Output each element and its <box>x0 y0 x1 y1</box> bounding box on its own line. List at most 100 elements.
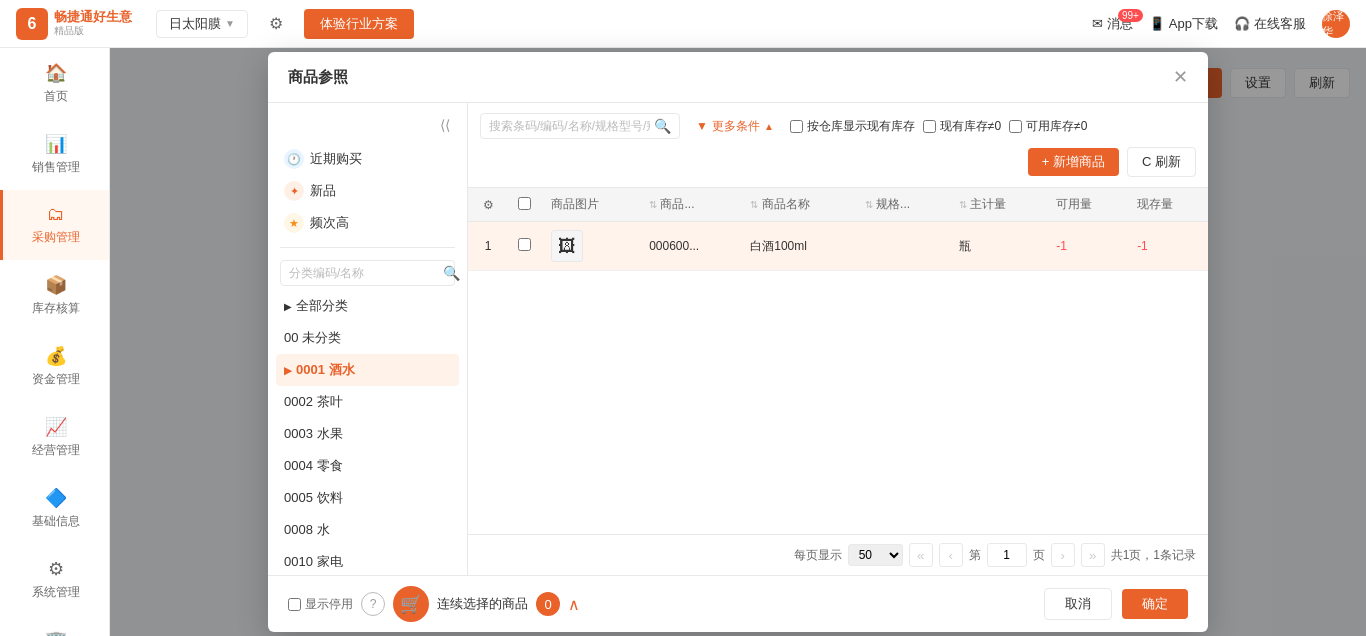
th-available: 可用量 <box>1046 188 1127 222</box>
gear-button[interactable]: ⚙ <box>260 8 292 40</box>
topbar: 6 畅捷通好生意 精品版 日太阳膜 ▼ ⚙ 体验行业方案 ✉ 消息 99+ 📱 … <box>0 0 1366 48</box>
usable-checkbox-text: 可用库存≠0 <box>1026 118 1087 135</box>
sidebar-item-system[interactable]: ⚙ 系统管理 <box>0 544 109 615</box>
row-checkbox[interactable] <box>518 238 531 251</box>
operations-icon: 📈 <box>45 416 67 438</box>
per-page-select[interactable]: 50 100 200 <box>848 544 903 566</box>
page-prefix: 第 <box>969 547 981 564</box>
nav-selector[interactable]: 日太阳膜 ▼ <box>156 10 248 38</box>
quick-item-recent[interactable]: 🕐 近期购买 <box>276 143 459 175</box>
sidebar-item-label: 采购管理 <box>32 229 80 246</box>
first-page-button[interactable]: « <box>909 543 933 567</box>
row-image: 🖼 <box>541 222 639 271</box>
cat-drink[interactable]: 0005 饮料 <box>276 482 459 514</box>
product-reference-modal: 商品参照 ✕ ⟨⟨ 🕐 近期购买 <box>268 52 1208 632</box>
table-toolbar: 🔍 ▼ 更多条件 ▲ 按仓库显示现有库存 <box>468 103 1208 188</box>
usable-checkbox[interactable] <box>1009 120 1022 133</box>
refresh-button[interactable]: C 刷新 <box>1127 147 1196 177</box>
th-unit: ⇅ 主计量 <box>949 188 1046 222</box>
available-checkbox-text: 现有库存≠0 <box>940 118 1001 135</box>
cat-arrow-icon: ▶ <box>284 301 292 312</box>
enterprise-icon: 🏢 <box>45 629 67 636</box>
quick-item-new[interactable]: ✦ 新品 <box>276 175 459 207</box>
cat-all[interactable]: ▶ 全部分类 <box>276 290 459 322</box>
collapse-left-button[interactable]: ⟨⟨ <box>435 115 455 135</box>
cat-label: 0005 饮料 <box>284 489 343 507</box>
left-panel-header: ⟨⟨ <box>268 111 467 143</box>
confirm-button[interactable]: 确定 <box>1122 589 1188 619</box>
sidebar: 🏠 首页 📊 销售管理 🗂 采购管理 📦 库存核算 💰 资金管理 📈 经营管理 … <box>0 48 110 636</box>
add-product-button[interactable]: + 新增商品 <box>1028 148 1119 176</box>
cat-label: 0004 零食 <box>284 457 343 475</box>
table-row[interactable]: 1 🖼 000600... 白酒100ml 瓶 -1 <box>468 222 1208 271</box>
sales-icon: 📊 <box>45 133 67 155</box>
online-service-button[interactable]: 🎧 在线客服 <box>1234 15 1306 33</box>
system-icon: ⚙ <box>48 558 64 580</box>
last-page-button[interactable]: » <box>1081 543 1105 567</box>
app-download-button[interactable]: 📱 App下载 <box>1149 15 1218 33</box>
cat-water[interactable]: 0008 水 <box>276 514 459 546</box>
new-icon: ✦ <box>284 181 304 201</box>
help-icon[interactable]: ? <box>361 592 385 616</box>
cat-label: 00 未分类 <box>284 329 341 347</box>
sidebar-item-enterprise[interactable]: 🏢 企业协同 <box>0 615 109 636</box>
show-disabled-checkbox[interactable] <box>288 598 301 611</box>
show-disabled-label[interactable]: 显示停用 <box>288 596 353 613</box>
row-available: -1 <box>1046 222 1127 271</box>
select-all-checkbox[interactable] <box>518 197 531 210</box>
trial-button[interactable]: 体验行业方案 <box>304 9 414 39</box>
cat-uncategorized[interactable]: 00 未分类 <box>276 322 459 354</box>
prev-page-button[interactable]: ‹ <box>939 543 963 567</box>
per-page-label: 每页显示 <box>794 547 842 564</box>
filter-label: 更多条件 <box>712 118 760 135</box>
usable-checkbox-label[interactable]: 可用库存≠0 <box>1009 118 1087 135</box>
warehouse-checkbox[interactable] <box>790 120 803 133</box>
cat-arrow-icon: ▶ <box>284 365 292 376</box>
row-checkbox-cell[interactable] <box>508 222 541 271</box>
cat-appliance[interactable]: 0010 家电 <box>276 546 459 567</box>
sidebar-item-label: 经营管理 <box>32 442 80 459</box>
modal-close-button[interactable]: ✕ <box>1173 66 1188 88</box>
sidebar-item-label: 资金管理 <box>32 371 80 388</box>
search-icon: 🔍 <box>654 118 671 134</box>
sidebar-item-basic-info[interactable]: 🔷 基础信息 <box>0 473 109 544</box>
sidebar-item-purchase[interactable]: 🗂 采购管理 <box>0 190 109 260</box>
messages-button[interactable]: ✉ 消息 99+ <box>1092 15 1133 33</box>
sidebar-item-operations[interactable]: 📈 经营管理 <box>0 402 109 473</box>
filter-button[interactable]: ▼ 更多条件 ▲ <box>688 114 782 139</box>
modal-footer: 显示停用 ? 🛒 连续选择的商品 0 ∧ 取消 确定 <box>268 575 1208 632</box>
footer-right: 取消 确定 <box>1044 588 1188 620</box>
logo: 6 畅捷通好生意 精品版 <box>16 8 132 40</box>
available-checkbox[interactable] <box>923 120 936 133</box>
sidebar-item-sales[interactable]: 📊 销售管理 <box>0 119 109 190</box>
cancel-button[interactable]: 取消 <box>1044 588 1112 620</box>
cat-liquor[interactable]: ▶ 0001 酒水 <box>276 354 459 386</box>
category-search-box[interactable]: 🔍 <box>280 260 455 286</box>
warehouse-checkbox-label[interactable]: 按仓库显示现有库存 <box>790 118 915 135</box>
cat-fruit[interactable]: 0003 水果 <box>276 418 459 450</box>
sidebar-item-home[interactable]: 🏠 首页 <box>0 48 109 119</box>
product-search-box[interactable]: 🔍 <box>480 113 680 139</box>
category-search-input[interactable] <box>289 266 439 280</box>
sort-up-icon: ⇅ <box>649 199 657 210</box>
product-search-input[interactable] <box>489 119 650 133</box>
avatar[interactable]: 徐泽华 <box>1322 10 1350 38</box>
th-settings: ⚙ <box>468 188 508 222</box>
available-checkbox-label[interactable]: 现有库存≠0 <box>923 118 1001 135</box>
next-page-button[interactable]: › <box>1051 543 1075 567</box>
continuous-select-label: 连续选择的商品 <box>437 595 528 613</box>
collapse-up-button[interactable]: ∧ <box>568 595 580 614</box>
selected-count-badge: 0 <box>536 592 560 616</box>
row-spec <box>855 222 949 271</box>
th-code: ⇅ 商品... <box>639 188 740 222</box>
cat-snack[interactable]: 0004 零食 <box>276 450 459 482</box>
th-checkbox <box>508 188 541 222</box>
quick-item-frequent[interactable]: ★ 频次高 <box>276 207 459 239</box>
sort-icon: ⇅ <box>865 199 873 210</box>
chevron-down-icon: ▼ <box>225 18 235 29</box>
sidebar-item-inventory[interactable]: 📦 库存核算 <box>0 260 109 331</box>
page-number-input[interactable] <box>987 543 1027 567</box>
sidebar-item-finance[interactable]: 💰 资金管理 <box>0 331 109 402</box>
cart-button[interactable]: 🛒 <box>393 586 429 622</box>
cat-tea[interactable]: 0002 茶叶 <box>276 386 459 418</box>
